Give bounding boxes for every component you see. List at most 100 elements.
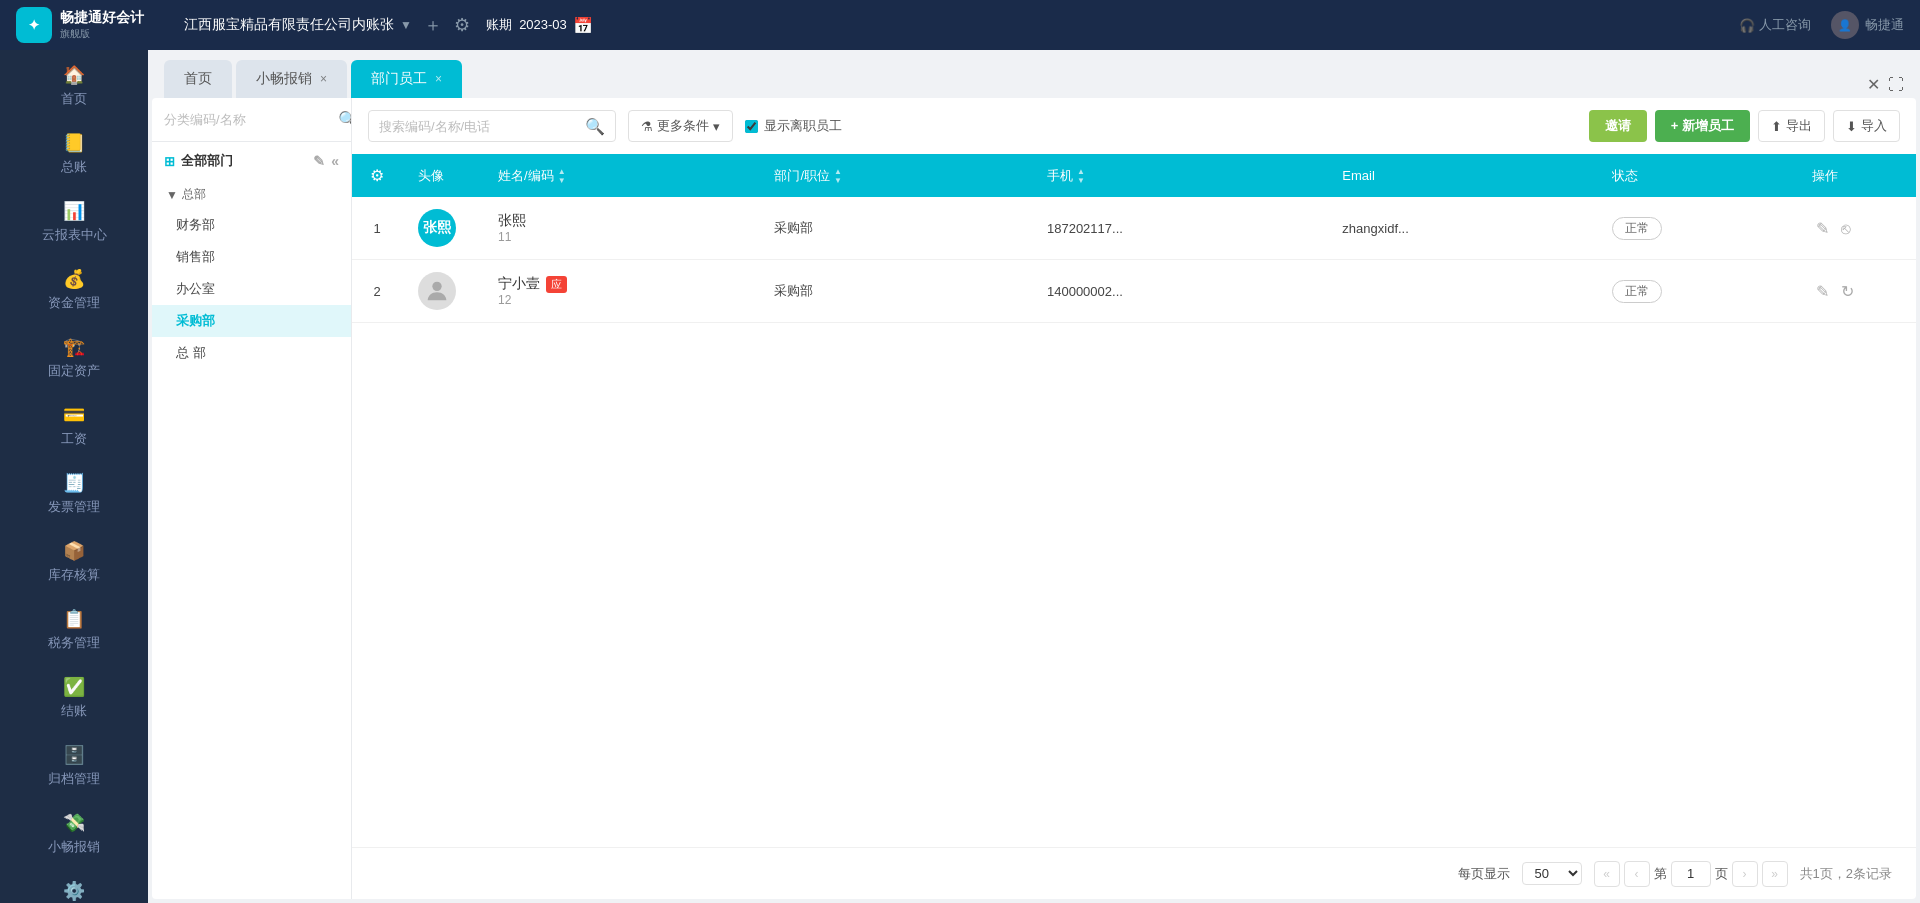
table-row: 2 (352, 260, 1916, 323)
sidebar-item-general-ledger[interactable]: 📒 总账 (0, 118, 148, 186)
col-phone-sort[interactable]: 手机 ▲▼ (1047, 167, 1310, 185)
settings-icon[interactable]: ⚙ (454, 14, 470, 36)
dept-header: ⊞ 全部部门 ✎ « (152, 142, 351, 180)
col-avatar: 头像 (418, 168, 444, 183)
user-menu[interactable]: 👤 畅捷通 (1831, 11, 1904, 39)
employee-search-input[interactable] (379, 119, 579, 134)
logout-icon[interactable]: ⎋ (1841, 220, 1851, 237)
row-email: zhangxidf... (1326, 197, 1596, 260)
username: 畅捷通 (1865, 16, 1904, 34)
more-filters-btn[interactable]: ⚗ 更多条件 ▾ (628, 110, 733, 142)
column-settings-icon[interactable]: ⚙ (370, 167, 384, 184)
last-page-btn[interactable]: » (1762, 861, 1788, 887)
prev-page-btn[interactable]: ‹ (1624, 861, 1650, 887)
sidebar-item-label: 云报表中心 (42, 226, 107, 244)
row-dept: 采购部 (758, 260, 1031, 323)
dept-node-xiaoshou[interactable]: 销售部 (152, 241, 351, 273)
sidebar-item-tax[interactable]: 📋 税务管理 (0, 594, 148, 662)
col-dept-sort[interactable]: 部门/职位 ▲▼ (774, 167, 1015, 185)
sidebar-item-settings[interactable]: ⚙️ 基础设置 (0, 866, 148, 903)
edit-icon[interactable]: ✎ (1816, 283, 1829, 300)
sidebar-item-label: 发票管理 (48, 498, 100, 516)
tab-home[interactable]: 首页 (164, 60, 232, 98)
main-layout: 🏠 首页 📒 总账 📊 云报表中心 💰 资金管理 🏗️ 固定资产 💳 工资 🧾 … (0, 50, 1920, 903)
filter-icon: ⚗ (641, 119, 653, 134)
col-name-sort[interactable]: 姓名/编码 ▲▼ (498, 167, 742, 185)
per-page-select[interactable]: 50 20 100 (1522, 862, 1582, 885)
sidebar-item-archive[interactable]: 🗄️ 归档管理 (0, 730, 148, 798)
funds-icon: 💰 (63, 268, 85, 290)
dept-node-caigou[interactable]: 采购部 (152, 305, 351, 337)
tab-employees[interactable]: 部门员工 × (351, 60, 462, 98)
add-employee-button[interactable]: + 新增员工 (1655, 110, 1750, 142)
dept-edit-icon[interactable]: ✎ (313, 153, 325, 169)
avatar (418, 272, 456, 310)
avatar: 张熙 (418, 209, 456, 247)
row-email (1326, 260, 1596, 323)
sidebar: 🏠 首页 📒 总账 📊 云报表中心 💰 资金管理 🏗️ 固定资产 💳 工资 🧾 … (0, 50, 148, 903)
tab-close-all-icon[interactable]: ✕ (1867, 75, 1880, 94)
sidebar-item-inventory[interactable]: 📦 库存核算 (0, 526, 148, 594)
dept-node-bangongshi[interactable]: 办公室 (152, 273, 351, 305)
dept-tree: 🔍 ⊞ 全部部门 ✎ « ▼ (152, 98, 352, 899)
refresh-icon[interactable]: ↻ (1841, 283, 1854, 300)
support-btn[interactable]: 🎧 人工咨询 (1739, 16, 1811, 34)
invite-button[interactable]: 邀请 (1589, 110, 1647, 142)
row-actions: ✎ ⎋ (1796, 197, 1916, 260)
sidebar-item-fixed-assets[interactable]: 🏗️ 固定资产 (0, 322, 148, 390)
col-action: 操作 (1812, 168, 1838, 183)
sidebar-item-funds[interactable]: 💰 资金管理 (0, 254, 148, 322)
company-name: 江西服宝精品有限责任公司内账张 (184, 16, 394, 34)
dept-group-zongbu[interactable]: ▼ 总部 (152, 180, 351, 209)
row-index: 1 (352, 197, 402, 260)
home-icon: 🏠 (63, 64, 85, 86)
sidebar-item-label: 税务管理 (48, 634, 100, 652)
emp-right-btns: 邀请 + 新增员工 ⬆ 导出 ⬇ 导入 (1589, 110, 1900, 142)
dept-node-caiwu[interactable]: 财务部 (152, 209, 351, 241)
sidebar-item-close-period[interactable]: ✅ 结账 (0, 662, 148, 730)
sidebar-item-expense[interactable]: 💸 小畅报销 (0, 798, 148, 866)
headset-icon: 🎧 (1739, 18, 1755, 33)
sidebar-item-salary[interactable]: 💳 工资 (0, 390, 148, 458)
show-resigned-checkbox[interactable] (745, 120, 758, 133)
total-info: 共1页，2条记录 (1800, 865, 1892, 883)
calendar-icon[interactable]: 📅 (573, 16, 593, 35)
sidebar-item-reports[interactable]: 📊 云报表中心 (0, 186, 148, 254)
dept-arrow-icon: ▼ (166, 188, 178, 202)
dept-root-label: 全部部门 (181, 152, 233, 170)
dept-node-zongbu[interactable]: 总 部 (152, 337, 351, 369)
period-label: 账期 2023-03 (486, 16, 567, 34)
row-actions: ✎ ↻ (1796, 260, 1916, 323)
sidebar-item-label: 库存核算 (48, 566, 100, 584)
import-icon: ⬇ (1846, 119, 1857, 134)
app-name: 畅捷通好会计 (60, 9, 144, 27)
export-button[interactable]: ⬆ 导出 (1758, 110, 1825, 142)
chart-icon: 📊 (63, 200, 85, 222)
tab-employees-close-icon[interactable]: × (435, 72, 442, 86)
row-status: 正常 (1596, 260, 1796, 323)
add-tab-icon[interactable]: ＋ (424, 13, 442, 37)
app-edition: 旗舰版 (60, 27, 144, 41)
company-selector[interactable]: 江西服宝精品有限责任公司内账张 ▼ (184, 16, 412, 34)
dept-collapse-icon[interactable]: « (331, 153, 339, 169)
next-page-btn[interactable]: › (1732, 861, 1758, 887)
svg-point-0 (432, 282, 441, 291)
tab-expense[interactable]: 小畅报销 × (236, 60, 347, 98)
col-status: 状态 (1612, 168, 1638, 183)
gear-icon: ⚙️ (63, 880, 85, 902)
sidebar-item-home[interactable]: 🏠 首页 (0, 50, 148, 118)
tab-expense-label: 小畅报销 (256, 70, 312, 88)
import-button[interactable]: ⬇ 导入 (1833, 110, 1900, 142)
tab-employees-label: 部门员工 (371, 70, 427, 88)
show-resigned-label[interactable]: 显示离职员工 (745, 117, 842, 135)
row-avatar (402, 260, 482, 323)
sidebar-item-invoices[interactable]: 🧾 发票管理 (0, 458, 148, 526)
tab-expense-close-icon[interactable]: × (320, 72, 327, 86)
dept-search-input[interactable] (164, 112, 332, 127)
export-icon: ⬆ (1771, 119, 1782, 134)
page-input[interactable] (1671, 861, 1711, 887)
tab-restore-icon[interactable]: ⛶ (1888, 76, 1904, 94)
edit-icon[interactable]: ✎ (1816, 220, 1829, 237)
status-badge: 正常 (1612, 217, 1662, 240)
first-page-btn[interactable]: « (1594, 861, 1620, 887)
